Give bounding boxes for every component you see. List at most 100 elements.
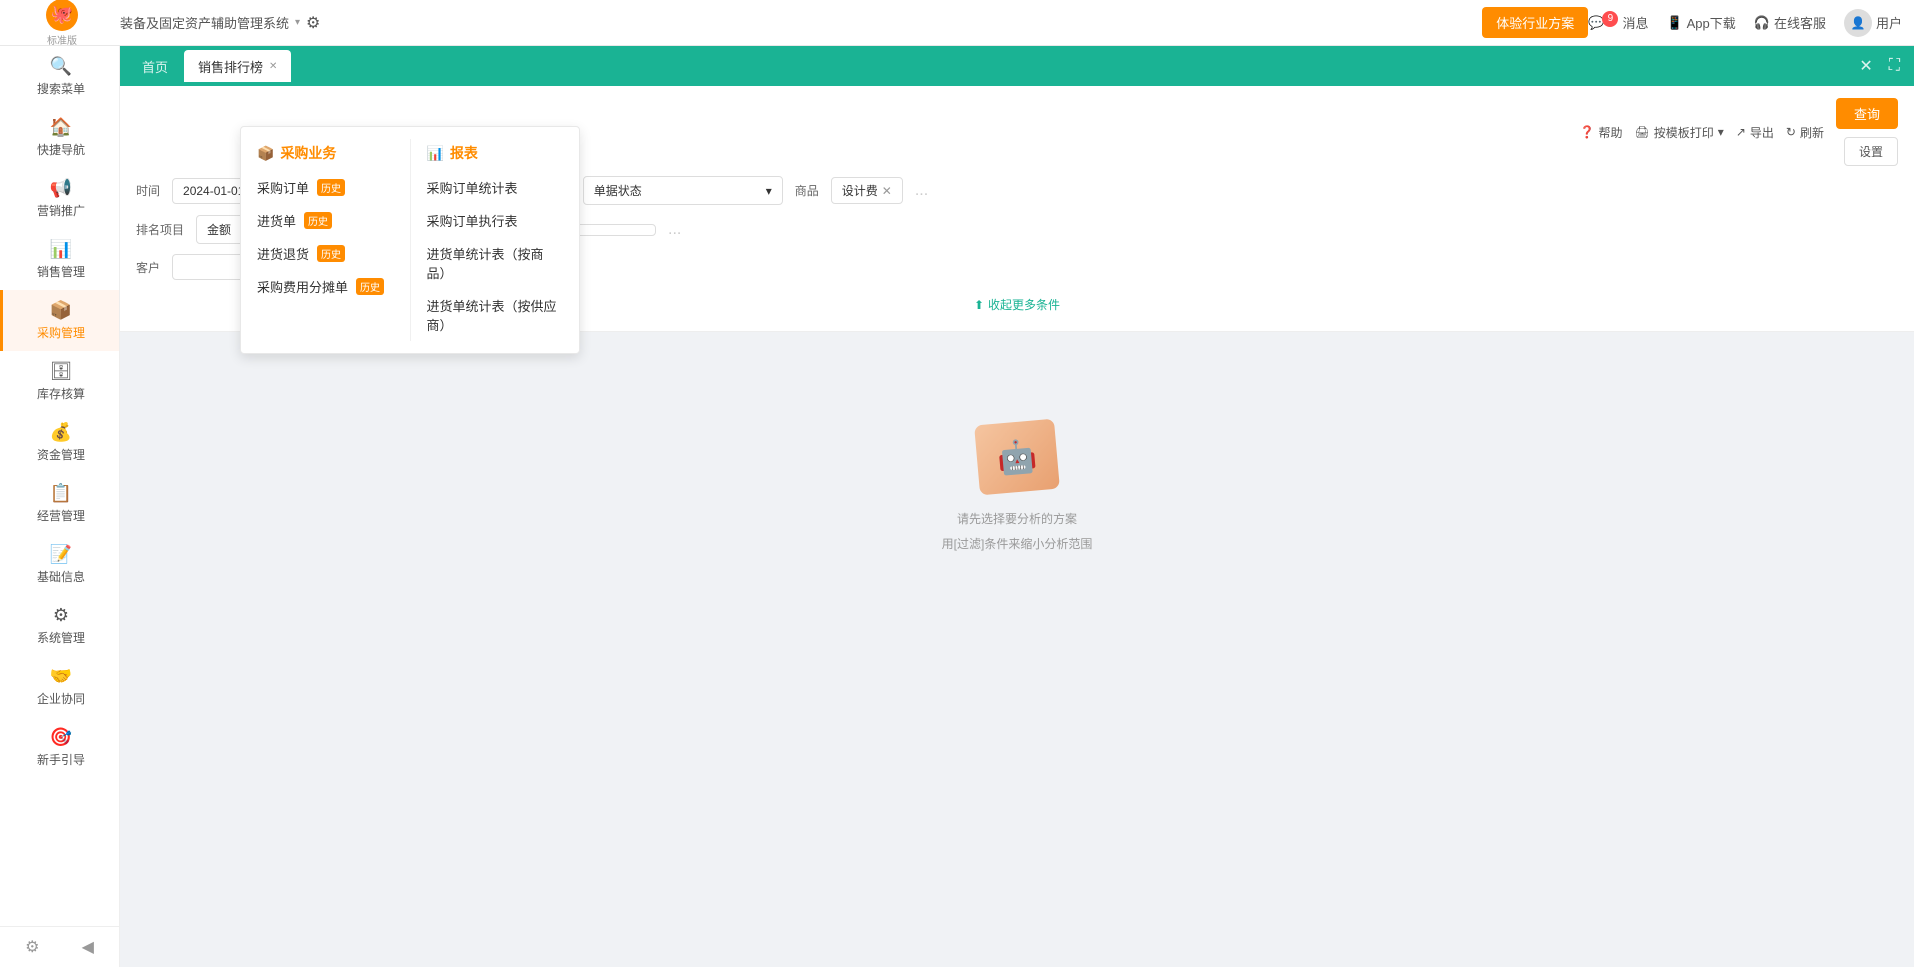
dropdown-item-expense[interactable]: 采购费用分摊单 历史 bbox=[249, 270, 402, 303]
salesman-dots[interactable]: ... bbox=[668, 221, 681, 239]
message-badge: 9 bbox=[1602, 11, 1618, 27]
expense-badge: 历史 bbox=[356, 278, 384, 295]
sidebar-item-basicinfo[interactable]: 📝 基础信息 bbox=[0, 534, 119, 595]
goods-tag: 设计费 ✕ bbox=[831, 177, 903, 204]
phone-icon: 📱 bbox=[1666, 15, 1682, 31]
purchase-order-badge: 历史 bbox=[317, 179, 345, 196]
purchase-icon: 📦 bbox=[50, 300, 72, 321]
settings-icon[interactable]: ⚙ bbox=[306, 13, 320, 33]
message-item[interactable]: 💬 9 消息 bbox=[1588, 13, 1648, 32]
sidebar-item-newuser[interactable]: 🎯 新手引导 bbox=[0, 717, 119, 778]
content-area: 首页 销售排行榜 ✕ ✕ ⛶ ❓ 帮助 bbox=[120, 46, 1914, 967]
toolbar-right: ❓ 帮助 🖨 按模板打印 ▾ ↗ 导出 ↻ bbox=[1580, 98, 1898, 166]
refresh-icon: ↻ bbox=[1786, 125, 1796, 139]
tab-bar-right: ✕ ⛶ bbox=[1853, 54, 1906, 78]
dropdown-report-col: 📊 报表 采购订单统计表 采购订单执行表 进货单统计表（按商品） bbox=[410, 139, 580, 341]
purchase-header-icon: 📦 bbox=[257, 145, 274, 162]
tab-sales-rank[interactable]: 销售排行榜 ✕ bbox=[184, 50, 291, 82]
tab-close-all-icon[interactable]: ✕ bbox=[1853, 54, 1878, 78]
sidebar-item-finance[interactable]: 💰 资金管理 bbox=[0, 412, 119, 473]
report-header-icon: 📊 bbox=[427, 145, 444, 162]
settings-button[interactable]: 设置 bbox=[1844, 137, 1898, 166]
print-btn[interactable]: 🖨 按模板打印 ▾ bbox=[1635, 124, 1724, 141]
dropdown-item-order-exec[interactable]: 采购订单执行表 bbox=[419, 204, 572, 237]
empty-icon: 🤖 bbox=[957, 412, 1077, 502]
newuser-icon: 🎯 bbox=[50, 727, 72, 748]
sidebar-item-inventory[interactable]: 🗄 库存核算 bbox=[0, 351, 119, 412]
headset-icon: 🎧 bbox=[1754, 15, 1770, 31]
logo: 🐙 标准版 bbox=[12, 0, 112, 47]
system-title: 装备及固定资产辅助管理系统 ▾ ⚙ bbox=[120, 13, 1482, 33]
dropdown-report-header: 📊 报表 bbox=[419, 139, 572, 171]
avatar: 👤 bbox=[1844, 9, 1872, 37]
tab-expand-icon[interactable]: ⛶ bbox=[1883, 55, 1906, 77]
export-icon: ↗ bbox=[1736, 125, 1746, 139]
dropdown-arrow-icon[interactable]: ▾ bbox=[295, 17, 300, 28]
goods-dots[interactable]: ... bbox=[915, 182, 928, 200]
dropdown-item-inbound[interactable]: 进货单 历史 bbox=[249, 204, 402, 237]
sales-icon: 📊 bbox=[50, 239, 72, 260]
tab-close-icon[interactable]: ✕ bbox=[269, 61, 277, 72]
home-icon: 🏠 bbox=[50, 117, 72, 138]
sidebar-item-enterprise[interactable]: 🤝 企业协同 bbox=[0, 656, 119, 717]
sidebar-item-search[interactable]: 🔍 搜索菜单 bbox=[0, 46, 119, 107]
sidebar-bottom: ⚙ ◀ bbox=[0, 926, 119, 967]
print-icon: 🖨 bbox=[1635, 125, 1650, 139]
sidebar-item-purchase[interactable]: 📦 采购管理 bbox=[0, 290, 119, 351]
dropdown-item-return[interactable]: 进货退货 历史 bbox=[249, 237, 402, 270]
dropdown-item-inbound-by-supplier[interactable]: 进货单统计表（按供应商） bbox=[419, 289, 572, 341]
sidebar: 🔍 搜索菜单 🏠 快捷导航 📢 营销推广 📊 销售管理 📦 采购管理 🗄 库存核… bbox=[0, 46, 120, 967]
sidebar-item-operations[interactable]: 📋 经营管理 bbox=[0, 473, 119, 534]
empty-hint-2: 用[过滤]条件来缩小分析范围 bbox=[942, 535, 1093, 552]
print-arrow-icon[interactable]: ▾ bbox=[1718, 125, 1724, 139]
logo-icon: 🐙 bbox=[46, 0, 78, 31]
empty-illustration: 🤖 bbox=[974, 419, 1060, 496]
goods-tag-close[interactable]: ✕ bbox=[882, 184, 892, 198]
online-service-item[interactable]: 🎧 在线客服 bbox=[1754, 13, 1826, 32]
tab-home[interactable]: 首页 bbox=[128, 50, 182, 82]
refresh-btn[interactable]: ↻ 刷新 bbox=[1786, 124, 1824, 141]
topbar-right: 💬 9 消息 📱 App下载 🎧 在线客服 👤 用户 bbox=[1588, 9, 1902, 37]
sidebar-item-marketing[interactable]: 📢 营销推广 bbox=[0, 168, 119, 229]
help-btn[interactable]: ❓ 帮助 bbox=[1580, 124, 1623, 141]
main-layout: 🔍 搜索菜单 🏠 快捷导航 📢 营销推广 📊 销售管理 📦 采购管理 🗄 库存核… bbox=[0, 46, 1914, 967]
help-icon: ❓ bbox=[1580, 125, 1595, 139]
enterprise-icon: 🤝 bbox=[50, 666, 72, 687]
search-icon: 🔍 bbox=[50, 56, 72, 77]
goods-label: 商品 bbox=[795, 182, 819, 199]
query-button[interactable]: 查询 bbox=[1836, 98, 1898, 129]
app-download-item[interactable]: 📱 App下载 bbox=[1666, 13, 1735, 32]
customer-label: 客户 bbox=[136, 259, 160, 276]
sidebar-item-sales[interactable]: 📊 销售管理 bbox=[0, 229, 119, 290]
system-icon: ⚙ bbox=[53, 605, 69, 626]
dropdown-item-inbound-by-goods[interactable]: 进货单统计表（按商品） bbox=[419, 237, 572, 289]
dropdown-item-order-stats[interactable]: 采购订单统计表 bbox=[419, 171, 572, 204]
inbound-badge: 历史 bbox=[304, 212, 332, 229]
basicinfo-icon: 📝 bbox=[50, 544, 72, 565]
topbar: 🐙 标准版 装备及固定资产辅助管理系统 ▾ ⚙ 体验行业方案 💬 9 消息 📱 … bbox=[0, 0, 1914, 46]
page-body: ❓ 帮助 🖨 按模板打印 ▾ ↗ 导出 ↻ bbox=[120, 86, 1914, 967]
return-badge: 历史 bbox=[317, 245, 345, 262]
date-label: 时间 bbox=[136, 182, 160, 199]
industry-btn[interactable]: 体验行业方案 bbox=[1482, 7, 1588, 38]
tab-bar: 首页 销售排行榜 ✕ ✕ ⛶ bbox=[120, 46, 1914, 86]
empty-state: 🤖 请先选择要分析的方案 用[过滤]条件来缩小分析范围 bbox=[120, 332, 1914, 632]
dropdown-purchase-header: 📦 采购业务 bbox=[249, 139, 402, 171]
inventory-icon: 🗄 bbox=[50, 361, 73, 382]
user-item[interactable]: 👤 用户 bbox=[1844, 9, 1902, 37]
sidebar-item-quicknav[interactable]: 🏠 快捷导航 bbox=[0, 107, 119, 168]
marketing-icon: 📢 bbox=[50, 178, 72, 199]
dropdown-purchase-col: 📦 采购业务 采购订单 历史 进货单 历史 进货退货 bbox=[241, 139, 410, 341]
status-select[interactable]: 单据状态 ▾ bbox=[583, 176, 783, 205]
logo-text: 标准版 bbox=[47, 32, 77, 47]
sidebar-collapse-icon[interactable]: ◀ bbox=[82, 937, 94, 957]
status-select-arrow: ▾ bbox=[766, 184, 772, 198]
rank-label: 排名项目 bbox=[136, 221, 184, 238]
export-btn[interactable]: ↗ 导出 bbox=[1736, 124, 1774, 141]
dropdown-item-purchase-order[interactable]: 采购订单 历史 bbox=[249, 171, 402, 204]
sidebar-settings-icon[interactable]: ⚙ bbox=[25, 937, 39, 957]
sidebar-item-system[interactable]: ⚙ 系统管理 bbox=[0, 595, 119, 656]
finance-icon: 💰 bbox=[50, 422, 72, 443]
dropdown-menu: 📦 采购业务 采购订单 历史 进货单 历史 进货退货 bbox=[240, 126, 580, 354]
operations-icon: 📋 bbox=[50, 483, 72, 504]
